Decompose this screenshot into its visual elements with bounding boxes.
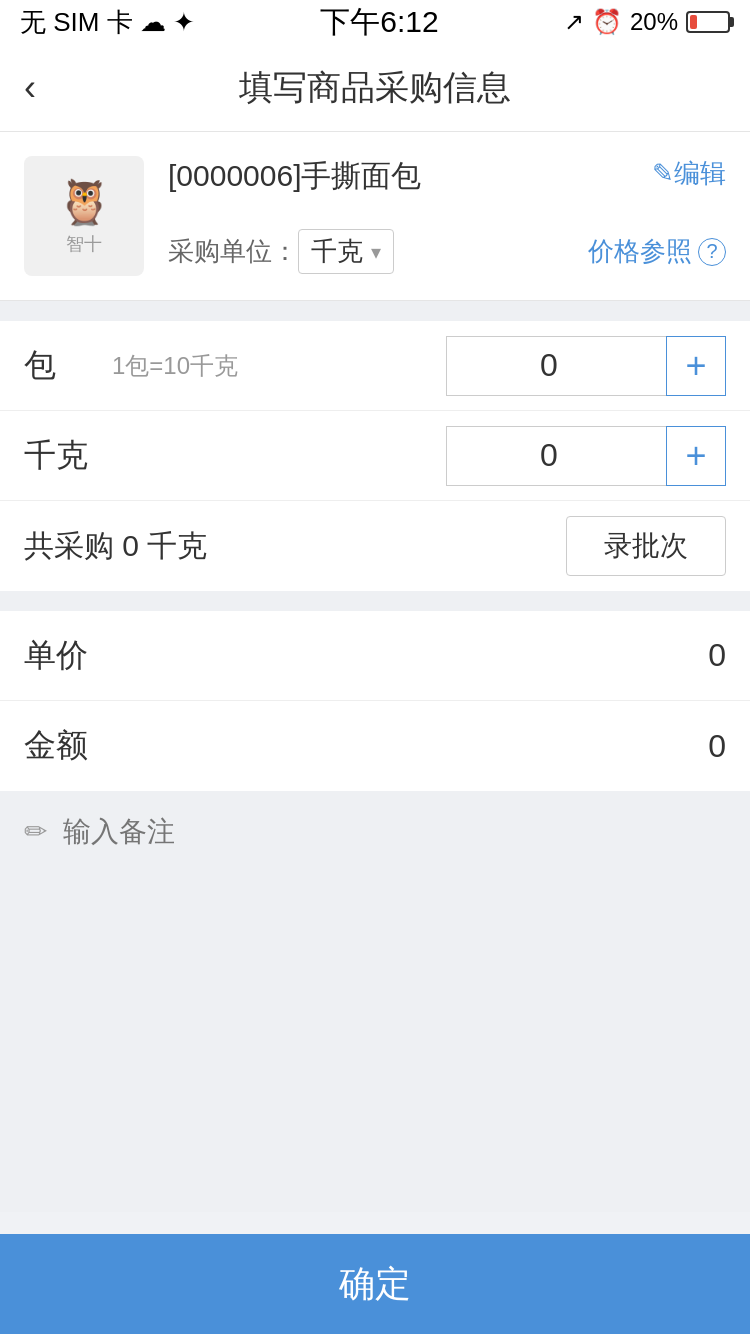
unit-value: 千克 xyxy=(311,234,363,269)
carrier-info: 无 SIM 卡 ☁ ✦ xyxy=(20,5,195,40)
summary-row: 共采购 0 千克 录批次 xyxy=(0,501,750,591)
total-quantity-text: 共采购 0 千克 xyxy=(24,526,207,567)
section-divider-2 xyxy=(0,591,750,611)
kg-quantity-control: + xyxy=(446,426,726,486)
input-section: 包 1包=10千克 + 千克 + xyxy=(0,321,750,501)
battery-fill xyxy=(690,15,697,29)
nav-bar: ‹ 填写商品采购信息 xyxy=(0,44,750,132)
kg-plus-button[interactable]: + xyxy=(666,426,726,486)
question-icon: ? xyxy=(698,238,726,266)
note-input[interactable] xyxy=(63,816,726,848)
unit-price-label: 单价 xyxy=(24,634,88,678)
product-name: [0000006]手撕面包 xyxy=(168,156,421,197)
battery-area: ↗ ⏰ 20% xyxy=(564,8,730,36)
unit-label: 采购单位： xyxy=(168,234,298,269)
back-button[interactable]: ‹ xyxy=(24,67,36,109)
bag-label: 包 xyxy=(24,344,104,388)
price-section: 单价 0 金额 0 xyxy=(0,611,750,791)
amount-label: 金额 xyxy=(24,724,88,768)
price-reference-button[interactable]: 价格参照 ? xyxy=(588,234,726,269)
product-unit-row: 采购单位： 千克 ▾ 价格参照 ? xyxy=(168,229,726,274)
section-divider-1 xyxy=(0,301,750,321)
kg-input-row: 千克 + xyxy=(0,411,750,501)
unit-price-row: 单价 0 xyxy=(0,611,750,701)
product-owl-icon: 🦉 xyxy=(57,176,112,228)
carrier-text: 无 SIM 卡 xyxy=(20,7,133,37)
time-display: 下午6:12 xyxy=(320,2,438,43)
wifi-icon: ☁ ✦ xyxy=(140,7,195,37)
bag-quantity-control: + xyxy=(446,336,726,396)
bag-sublabel: 1包=10千克 xyxy=(112,350,238,382)
amount-row: 金额 0 xyxy=(0,701,750,791)
record-batch-button[interactable]: 录批次 xyxy=(566,516,726,576)
chevron-down-icon: ▾ xyxy=(371,240,381,264)
product-top-row: [0000006]手撕面包 ✎编辑 xyxy=(168,156,726,213)
bag-plus-button[interactable]: + xyxy=(666,336,726,396)
kg-quantity-input[interactable] xyxy=(446,426,666,486)
battery-icon xyxy=(686,11,730,33)
note-section: ✏ xyxy=(0,791,750,872)
bag-input-row: 包 1包=10千克 + xyxy=(0,321,750,411)
battery-percentage: 20% xyxy=(630,8,678,36)
product-image: 🦉 智十 xyxy=(24,156,144,276)
confirm-button[interactable]: 确定 xyxy=(0,1234,750,1334)
location-icon: ↗ xyxy=(564,8,584,36)
product-card: 🦉 智十 [0000006]手撕面包 ✎编辑 采购单位： 千克 ▾ 价格参照 ? xyxy=(0,132,750,301)
product-info: [0000006]手撕面包 ✎编辑 采购单位： 千克 ▾ 价格参照 ? xyxy=(168,156,726,274)
bag-quantity-input[interactable] xyxy=(446,336,666,396)
unit-selector-area: 采购单位： 千克 ▾ xyxy=(168,229,394,274)
product-brand-label: 智十 xyxy=(66,232,102,256)
page-title: 填写商品采购信息 xyxy=(239,65,511,111)
status-bar: 无 SIM 卡 ☁ ✦ 下午6:12 ↗ ⏰ 20% xyxy=(0,0,750,44)
amount-value: 0 xyxy=(708,728,726,765)
unit-select[interactable]: 千克 ▾ xyxy=(298,229,394,274)
kg-label: 千克 xyxy=(24,434,104,478)
edit-button[interactable]: ✎编辑 xyxy=(652,156,726,191)
unit-price-value: 0 xyxy=(708,637,726,674)
confirm-button-label: 确定 xyxy=(339,1260,411,1309)
pencil-icon: ✏ xyxy=(24,815,47,848)
alarm-icon: ⏰ xyxy=(592,8,622,36)
main-content-area xyxy=(0,872,750,1212)
